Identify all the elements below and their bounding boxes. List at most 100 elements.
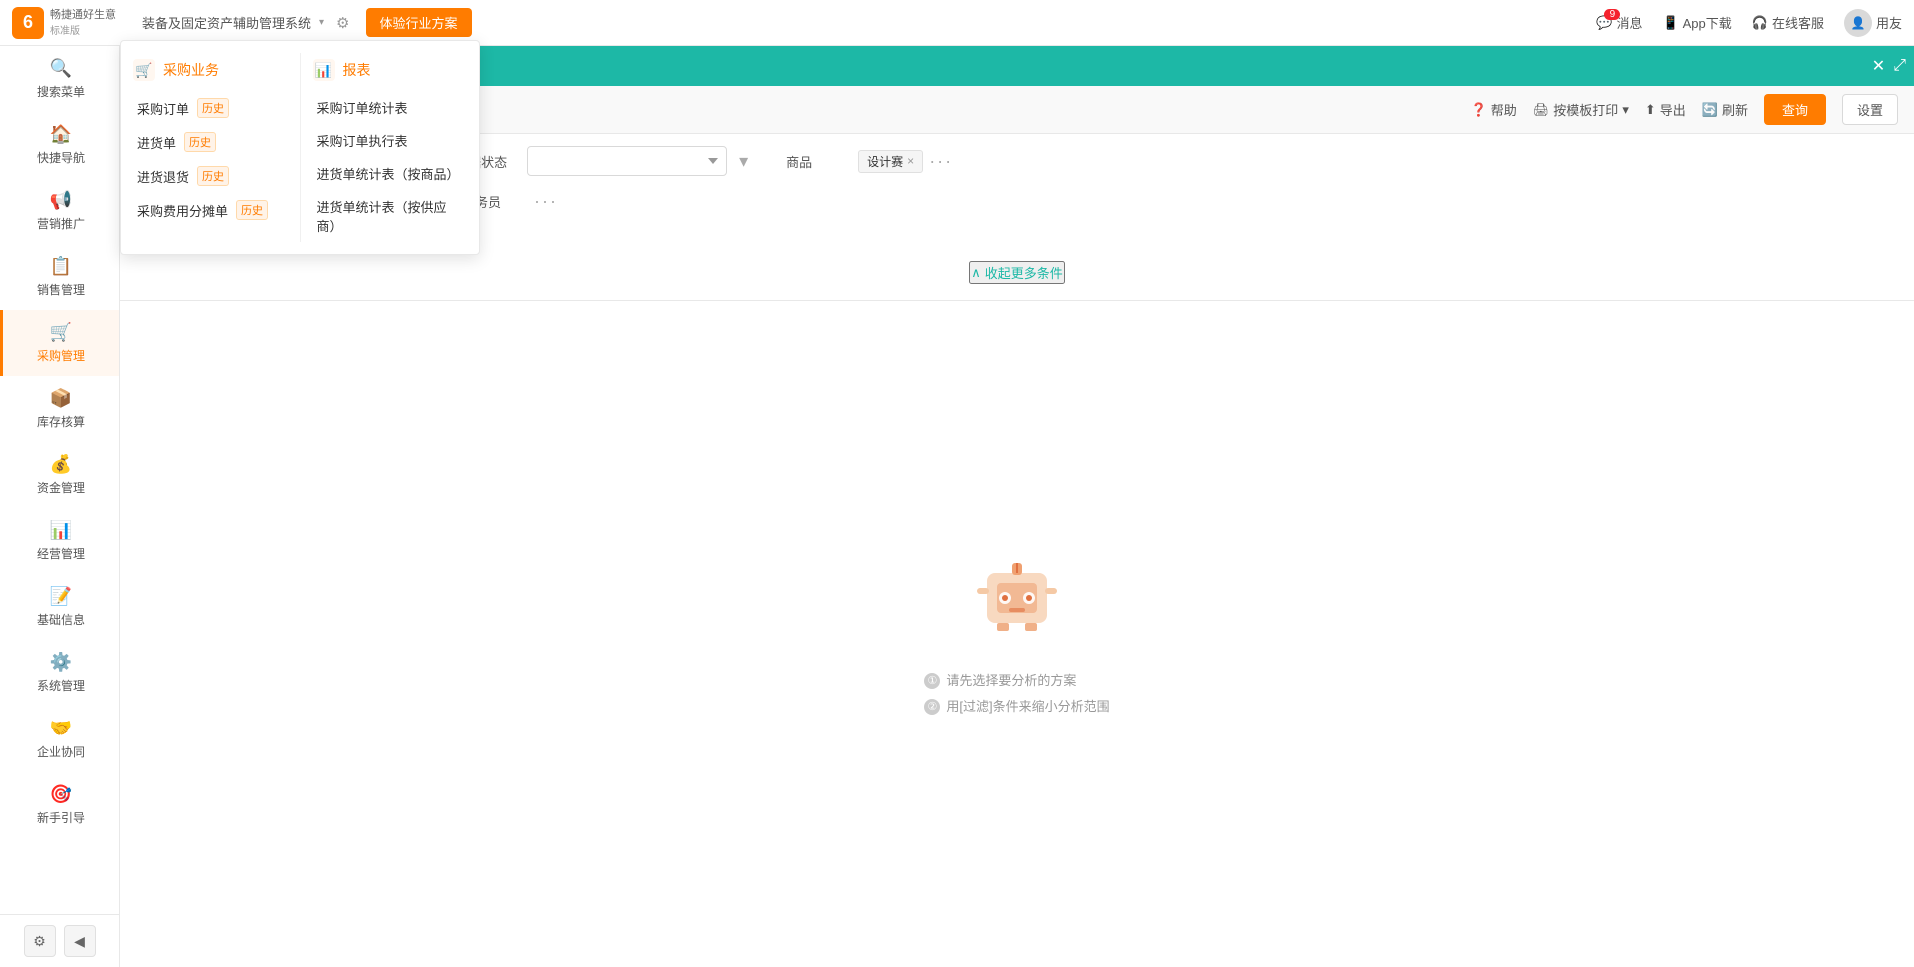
- dropdown-item-purchase-expense[interactable]: 采购费用分摊单 历史: [133, 193, 288, 227]
- export-btn[interactable]: ⬆ 导出: [1645, 100, 1686, 119]
- purchase-order-history-tag: 历史: [197, 98, 229, 118]
- sidebar-item-sales-label: 销售管理: [37, 281, 85, 298]
- purchase-expense-label: 采购费用分摊单: [137, 201, 228, 220]
- dropdown-col-reports-header: 📊 报表: [313, 53, 468, 91]
- print-icon: 🖨: [1533, 102, 1550, 118]
- trial-button[interactable]: 体验行业方案: [366, 8, 472, 37]
- sidebar-item-inventory[interactable]: 📦 库存核算: [0, 376, 119, 442]
- finance-icon: 💰: [50, 454, 72, 475]
- refresh-btn[interactable]: 🔄 刷新: [1702, 100, 1748, 119]
- empty-tip-2: ② 用[过滤]条件来缩小分析范围: [924, 694, 1109, 720]
- help-btn[interactable]: ❓ 帮助: [1471, 100, 1517, 119]
- enterprise-icon: 🤝: [50, 718, 72, 739]
- goods-label: 商品: [786, 152, 846, 171]
- tip-num-2: ②: [924, 699, 940, 715]
- goods-filter: 设计赛 × ···: [858, 150, 953, 173]
- app-download-label: App下载: [1683, 13, 1732, 32]
- sidebar-item-marketing-label: 营销推广: [37, 215, 85, 232]
- sidebar-item-system[interactable]: ⚙️ 系统管理: [0, 640, 119, 706]
- dropdown-item-inbound-stats-goods[interactable]: 进货单统计表（按商品）: [313, 157, 468, 190]
- inbound-label: 进货单: [137, 133, 176, 152]
- dropdown-col-reports-title: 报表: [343, 60, 371, 80]
- main-layout: 🔍 搜索菜单 🏠 快捷导航 📢 营销推广 📋 销售管理 🛒 采购管理 📦 库存核…: [0, 46, 1914, 967]
- phone-icon: 📱: [1662, 15, 1678, 31]
- inbound-return-label: 进货退货: [137, 167, 189, 186]
- dropdown-item-purchase-order-stats[interactable]: 采购订单统计表: [313, 91, 468, 124]
- sidebar-item-search[interactable]: 🔍 搜索菜单: [0, 46, 119, 112]
- sidebar-item-operations-label: 经营管理: [37, 545, 85, 562]
- headset-icon: 🎧: [1752, 15, 1768, 31]
- sidebar-item-finance[interactable]: 💰 资金管理: [0, 442, 119, 508]
- dropdown-item-purchase-order-exec[interactable]: 采购订单执行表: [313, 124, 468, 157]
- system-title-area: 装备及固定资产辅助管理系统 ▾ ⚙: [142, 13, 350, 32]
- messages-item[interactable]: 💬 9 消息: [1596, 13, 1642, 32]
- sidebar-item-system-label: 系统管理: [37, 677, 85, 694]
- sidebar-item-newbie-label: 新手引导: [37, 809, 85, 826]
- dropdown-item-inbound-stats-supplier[interactable]: 进货单统计表（按供应商）: [313, 190, 468, 242]
- sidebar-item-sales[interactable]: 📋 销售管理: [0, 244, 119, 310]
- online-service-item[interactable]: 🎧 在线客服: [1752, 13, 1824, 32]
- purchase-expense-history-tag: 历史: [236, 200, 268, 220]
- inbound-stats-supplier-label: 进货单统计表（按供应商）: [317, 197, 464, 235]
- system-settings-icon[interactable]: ⚙: [336, 14, 349, 32]
- sales-icon: 📋: [50, 256, 72, 277]
- goods-dots[interactable]: ···: [929, 151, 953, 172]
- collapse-chevron-icon: ∧: [971, 265, 981, 281]
- goods-tag-remove[interactable]: ×: [907, 154, 914, 168]
- sidebar-item-newbie[interactable]: 🎯 新手引导: [0, 772, 119, 838]
- dropdown-item-inbound-return[interactable]: 进货退货 历史: [133, 159, 288, 193]
- dropdown-item-purchase-order[interactable]: 采购订单 历史: [133, 91, 288, 125]
- avatar: 👤: [1844, 9, 1872, 37]
- app-download-item[interactable]: 📱 App下载: [1662, 13, 1731, 32]
- print-btn[interactable]: 🖨 按模板打印 ▾: [1533, 100, 1629, 119]
- voucher-status-select[interactable]: [527, 146, 727, 176]
- settings-button[interactable]: 设置: [1842, 94, 1898, 125]
- sidebar-item-operations[interactable]: 📊 经营管理: [0, 508, 119, 574]
- help-label: 帮助: [1491, 100, 1517, 119]
- empty-state: ① 请先选择要分析的方案 ② 用[过滤]条件来缩小分析范围: [924, 301, 1109, 967]
- help-icon: ❓: [1471, 102, 1487, 118]
- purchase-dropdown-icon: 🛒: [133, 59, 155, 81]
- inbound-history-tag: 历史: [184, 132, 216, 152]
- user-item[interactable]: 👤 用友: [1844, 9, 1902, 37]
- operations-icon: 📊: [50, 520, 72, 541]
- content-body: ① 请先选择要分析的方案 ② 用[过滤]条件来缩小分析范围: [120, 301, 1914, 967]
- marketing-icon: 📢: [50, 190, 72, 211]
- sidebar-collapse-btn[interactable]: ◀: [64, 925, 96, 957]
- sidebar-item-search-label: 搜索菜单: [37, 83, 85, 100]
- newbie-icon: 🎯: [50, 784, 72, 805]
- sidebar-item-quick-nav[interactable]: 🏠 快捷导航: [0, 112, 119, 178]
- sidebar-item-basic-info-label: 基础信息: [37, 611, 85, 628]
- purchase-order-label: 采购订单: [137, 99, 189, 118]
- export-icon: ⬆: [1645, 102, 1656, 118]
- sidebar-item-basic-info[interactable]: 📝 基础信息: [0, 574, 119, 640]
- home-icon: 🏠: [50, 124, 72, 145]
- tab-expand-icon[interactable]: ⤢: [1893, 57, 1906, 75]
- tip-text-2: 用[过滤]条件来缩小分析范围: [946, 694, 1109, 720]
- tip-text-1: 请先选择要分析的方案: [946, 668, 1076, 694]
- sidebar-item-marketing[interactable]: 📢 营销推广: [0, 178, 119, 244]
- salesman-dots[interactable]: ···: [534, 191, 558, 212]
- collapse-label: 收起更多条件: [985, 263, 1063, 282]
- logo-area: 6 畅捷通好生意 标准版: [12, 7, 132, 39]
- tab-close-all-icon[interactable]: ✕: [1872, 56, 1885, 76]
- voucher-status-dots: ▾: [739, 151, 750, 172]
- sidebar-settings-btn[interactable]: ⚙: [24, 925, 56, 957]
- export-label: 导出: [1660, 100, 1686, 119]
- search-icon: 🔍: [50, 58, 72, 79]
- basic-info-icon: 📝: [50, 586, 72, 607]
- dropdown-item-inbound[interactable]: 进货单 历史: [133, 125, 288, 159]
- sidebar: 🔍 搜索菜单 🏠 快捷导航 📢 营销推广 📋 销售管理 🛒 采购管理 📦 库存核…: [0, 46, 120, 967]
- user-label: 用友: [1876, 13, 1902, 32]
- system-title-chevron[interactable]: ▾: [319, 17, 324, 28]
- filter-collapse-row: ∧ 收起更多条件: [136, 257, 1898, 288]
- sidebar-item-quick-nav-label: 快捷导航: [37, 149, 85, 166]
- sidebar-item-purchase[interactable]: 🛒 采购管理: [0, 310, 119, 376]
- messages-icon: 💬 9: [1596, 15, 1612, 31]
- query-button[interactable]: 查询: [1764, 94, 1826, 125]
- salesman-filter: ···: [534, 191, 558, 212]
- logo-icon: 6: [12, 7, 44, 39]
- system-icon: ⚙️: [50, 652, 72, 673]
- sidebar-item-enterprise[interactable]: 🤝 企业协同: [0, 706, 119, 772]
- collapse-btn[interactable]: ∧ 收起更多条件: [969, 261, 1065, 284]
